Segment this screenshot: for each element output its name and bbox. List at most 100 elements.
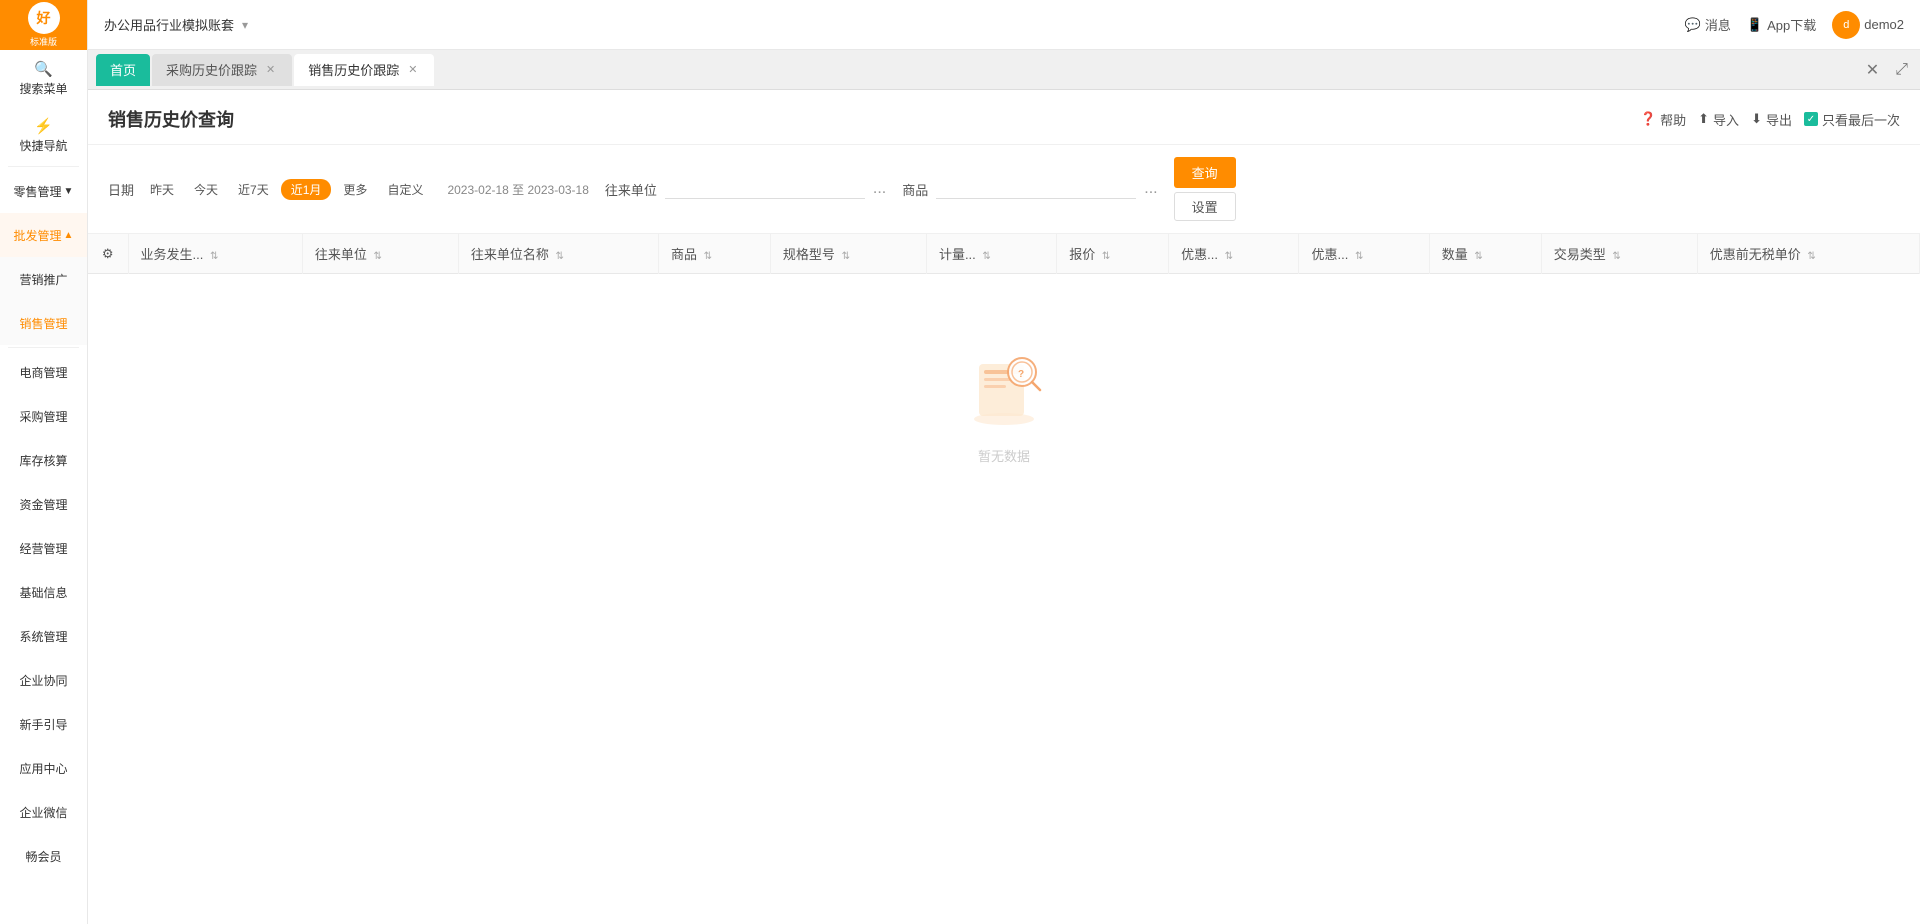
table-col-trade-type[interactable]: 交易类型 ⇅ bbox=[1541, 234, 1697, 274]
goods-picker-btn[interactable]: ... bbox=[1144, 180, 1157, 198]
sidebar-item-finance[interactable]: 资金管理 bbox=[0, 482, 87, 526]
table-col-spec[interactable]: 规格型号 ⇅ bbox=[770, 234, 926, 274]
username-label: demo2 bbox=[1864, 17, 1904, 32]
sort-icon: ⇅ bbox=[556, 251, 564, 262]
svg-text:?: ? bbox=[1018, 369, 1024, 380]
import-icon: ⬆ bbox=[1698, 111, 1709, 127]
date-btn-custom[interactable]: 自定义 bbox=[379, 179, 431, 200]
help-btn[interactable]: ❓ 帮助 bbox=[1640, 110, 1686, 129]
sidebar-item-inventory[interactable]: 库存核算 bbox=[0, 438, 87, 482]
page-header: 销售历史价查询 ❓ 帮助 ⬆ 导入 ⬇ 导出 ✓ 只看最后一次 bbox=[88, 90, 1920, 145]
sidebar-item-label: 采购管理 bbox=[19, 408, 67, 425]
sidebar-item-shortcut[interactable]: ⚡ 快捷导航 bbox=[0, 107, 87, 164]
shortcut-icon: ⚡ bbox=[34, 117, 53, 135]
table-col-discount1[interactable]: 优惠... ⇅ bbox=[1169, 234, 1299, 274]
table-col-counterparty-name[interactable]: 往来单位名称 ⇅ bbox=[458, 234, 658, 274]
sidebar-item-label: 营销推广 bbox=[19, 271, 67, 288]
sort-icon: ⇅ bbox=[842, 251, 850, 262]
tabs-window-controls: ✕ ⤢ bbox=[1862, 58, 1912, 82]
sidebar-item-search[interactable]: 🔍 搜索菜单 bbox=[0, 50, 87, 107]
sort-icon: ⇅ bbox=[1807, 251, 1815, 262]
counterparty-picker-btn[interactable]: ... bbox=[873, 180, 886, 198]
date-btn-more[interactable]: 更多 bbox=[335, 179, 375, 200]
table-col-price[interactable]: 报价 ⇅ bbox=[1057, 234, 1169, 274]
maximize-window-btn[interactable]: ⤢ bbox=[1891, 59, 1912, 81]
counterparty-label: 往来单位 bbox=[605, 180, 657, 199]
app-download-btn[interactable]: 📱 App下载 bbox=[1747, 15, 1816, 34]
sort-icon: ⇅ bbox=[1102, 251, 1110, 262]
tab-sales-close[interactable]: ✕ bbox=[405, 62, 420, 77]
filter-actions: 查询 设置 bbox=[1174, 157, 1236, 221]
counterparty-input[interactable] bbox=[665, 179, 865, 199]
sidebar-item-guide[interactable]: 新手引导 bbox=[0, 702, 87, 746]
sidebar-item-purchase[interactable]: 采购管理 bbox=[0, 394, 87, 438]
goods-input[interactable] bbox=[936, 179, 1136, 199]
settings-button[interactable]: 设置 bbox=[1174, 192, 1236, 221]
tab-home[interactable]: 首页 bbox=[96, 54, 150, 86]
only-last-checkbox[interactable]: ✓ 只看最后一次 bbox=[1804, 110, 1900, 129]
sidebar-item-wechat[interactable]: 企业微信 bbox=[0, 790, 87, 834]
table-col-counterparty-code[interactable]: 往来单位 ⇅ bbox=[302, 234, 458, 274]
sidebar-item-retail[interactable]: 零售管理 ▼ bbox=[0, 169, 87, 213]
sidebar-item-member[interactable]: 畅会员 bbox=[0, 834, 87, 878]
message-btn[interactable]: 💬 消息 bbox=[1685, 15, 1731, 34]
tab-purchase[interactable]: 采购历史价跟踪 ✕ bbox=[152, 54, 292, 86]
sidebar-item-label: 销售管理 bbox=[19, 315, 67, 332]
sidebar-item-apps[interactable]: 应用中心 bbox=[0, 746, 87, 790]
date-btn-today[interactable]: 今天 bbox=[186, 179, 226, 200]
empty-illustration: ? bbox=[954, 334, 1054, 434]
message-icon: 💬 bbox=[1685, 17, 1701, 33]
goods-label: 商品 bbox=[902, 180, 928, 199]
app-logo[interactable]: 好 标准版 bbox=[0, 0, 87, 50]
sidebar-item-sales[interactable]: 销售管理 bbox=[0, 301, 87, 345]
date-btn-yesterday[interactable]: 昨天 bbox=[142, 179, 182, 200]
sidebar-item-marketing[interactable]: 营销推广 bbox=[0, 257, 87, 301]
sidebar-item-basic[interactable]: 基础信息 bbox=[0, 570, 87, 614]
logo-text: 标准版 bbox=[30, 35, 57, 48]
sidebar-item-label: 资金管理 bbox=[19, 496, 67, 513]
main-content: 办公用品行业模拟账套 ▾ 💬 消息 📱 App下载 d demo2 首页 bbox=[88, 0, 1920, 924]
tab-home-label: 首页 bbox=[110, 60, 136, 79]
tab-purchase-close[interactable]: ✕ bbox=[263, 62, 278, 77]
topbar-dropdown-icon[interactable]: ▾ bbox=[242, 18, 248, 32]
import-btn[interactable]: ⬆ 导入 bbox=[1698, 110, 1739, 129]
header-actions: ❓ 帮助 ⬆ 导入 ⬇ 导出 ✓ 只看最后一次 bbox=[1640, 110, 1900, 129]
sidebar-item-wholesale[interactable]: 批发管理 ▲ bbox=[0, 213, 87, 257]
table-col-pre-tax-price[interactable]: 优惠前无税单价 ⇅ bbox=[1697, 234, 1919, 274]
table-col-qty[interactable]: 数量 ⇅ bbox=[1429, 234, 1541, 274]
sidebar-item-label: 快捷导航 bbox=[19, 137, 67, 154]
data-table-container: ⚙ 业务发生... ⇅ 往来单位 ⇅ 往来单位名称 ⇅ bbox=[88, 234, 1920, 924]
sort-icon: ⇅ bbox=[1474, 251, 1482, 262]
user-profile-btn[interactable]: d demo2 bbox=[1832, 11, 1904, 39]
only-last-label: 只看最后一次 bbox=[1822, 110, 1900, 129]
topbar-right: 💬 消息 📱 App下载 d demo2 bbox=[1685, 11, 1904, 39]
query-button[interactable]: 查询 bbox=[1174, 157, 1236, 188]
goods-filter-group: 商品 ... bbox=[902, 179, 1157, 199]
table-col-unit[interactable]: 计量... ⇅ bbox=[926, 234, 1056, 274]
date-btn-7days[interactable]: 近7天 bbox=[230, 179, 277, 200]
avatar: d bbox=[1832, 11, 1860, 39]
sidebar-item-ecommerce[interactable]: 电商管理 bbox=[0, 350, 87, 394]
sidebar-item-label: 企业微信 bbox=[19, 804, 67, 821]
close-window-btn[interactable]: ✕ bbox=[1862, 58, 1883, 82]
table-col-discount2[interactable]: 优惠... ⇅ bbox=[1299, 234, 1429, 274]
sidebar-item-label: 电商管理 bbox=[19, 364, 67, 381]
sidebar-item-label: 搜索菜单 bbox=[19, 80, 67, 97]
tab-sales[interactable]: 销售历史价跟踪 ✕ bbox=[294, 54, 434, 86]
export-btn[interactable]: ⬇ 导出 bbox=[1751, 110, 1792, 129]
date-btn-1month[interactable]: 近1月 bbox=[281, 179, 332, 200]
sidebar-item-system[interactable]: 系统管理 bbox=[0, 614, 87, 658]
empty-state: ? 暂无数据 bbox=[88, 274, 1920, 525]
sidebar-item-operations[interactable]: 经营管理 bbox=[0, 526, 87, 570]
sidebar: 好 标准版 🔍 搜索菜单 ⚡ 快捷导航 零售管理 ▼ 批发管理 ▲ 营销推广 销… bbox=[0, 0, 88, 924]
sidebar-item-enterprise[interactable]: 企业协同 bbox=[0, 658, 87, 702]
counterparty-filter-group: 往来单位 ... bbox=[605, 179, 886, 199]
table-col-biz-date[interactable]: 业务发生... ⇅ bbox=[128, 234, 302, 274]
table-col-gear[interactable]: ⚙ bbox=[88, 234, 128, 274]
logo-icon: 好 bbox=[28, 2, 60, 34]
sidebar-item-label: 应用中心 bbox=[19, 760, 67, 777]
table-col-goods[interactable]: 商品 ⇅ bbox=[658, 234, 770, 274]
date-filter-label: 日期 bbox=[108, 180, 134, 199]
topbar-left: 办公用品行业模拟账套 ▾ bbox=[104, 15, 248, 34]
empty-text: 暂无数据 bbox=[978, 446, 1030, 465]
